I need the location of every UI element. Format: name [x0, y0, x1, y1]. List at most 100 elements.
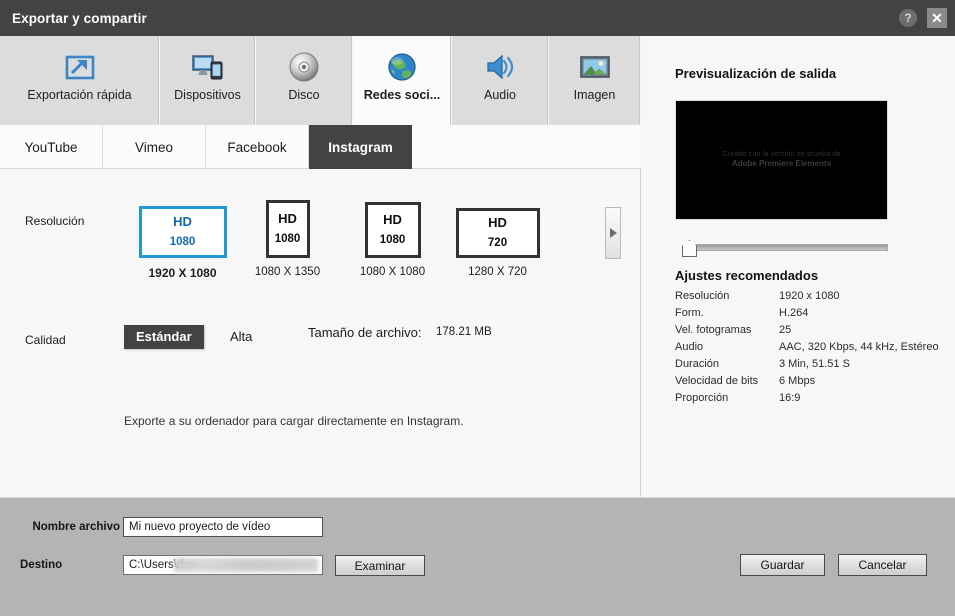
- resolution-caption: 1080 X 1080: [359, 266, 426, 278]
- disc-icon: [287, 50, 321, 84]
- destination-item-disco[interactable]: Disco: [256, 36, 353, 125]
- filename-input[interactable]: [123, 517, 323, 537]
- resolution-caption: 1920 X 1080: [148, 266, 217, 280]
- quality-high-button[interactable]: Alta: [230, 329, 252, 344]
- social-tab-bar: YouTube Vimeo Facebook Instagram: [0, 125, 641, 169]
- destination-item-exportaci-n-r-pida[interactable]: Exportación rápida: [0, 36, 160, 125]
- spec-key: Vel. fotogramas: [675, 324, 752, 336]
- spec-value: 3 Min, 51.51 S: [779, 358, 850, 370]
- tab-label: Facebook: [227, 139, 287, 155]
- preview-video[interactable]: Creado con la versión de prueba de Adobe…: [675, 100, 888, 220]
- spec-row: Vel. fotogramas 25: [675, 322, 945, 339]
- resolution-option-1080X1350[interactable]: HD 1080 1080 X 1350: [235, 200, 340, 278]
- filename-label: Nombre archivo: [32, 521, 120, 533]
- resolution-hd-label: HD: [278, 211, 297, 227]
- resolution-option-1080X1080[interactable]: HD 1080 1080 X 1080: [340, 200, 445, 278]
- spec-row: Audio AAC, 320 Kbps, 44 kHz, Estéreo: [675, 339, 945, 356]
- destination-item-label: Disco: [288, 88, 320, 102]
- spec-key: Audio: [675, 341, 704, 353]
- resolution-option-1280X720[interactable]: HD 720 1280 X 720: [445, 200, 550, 278]
- recommended-settings-title: Ajustes recomendados: [675, 268, 819, 283]
- spec-value: 16:9: [779, 392, 801, 404]
- destination-item-audio[interactable]: Audio: [452, 36, 549, 125]
- resolution-num-label: 720: [487, 237, 508, 250]
- resolution-num-label: 1080: [169, 236, 196, 249]
- destination-input[interactable]: [123, 555, 323, 575]
- spec-row: Velocidad de bits 6 Mbps: [675, 373, 945, 390]
- chevron-right-icon[interactable]: [605, 207, 621, 259]
- destination-item-label: Imagen: [573, 88, 616, 102]
- spec-key: Velocidad de bits: [675, 375, 759, 387]
- destination-toolbar: Exportación rápida Dispositivos Disco Redes…: [0, 36, 641, 125]
- resolution-option-1920X1080[interactable]: HD 1080 1920 X 1080: [130, 200, 235, 280]
- scrubber-handle[interactable]: [682, 240, 697, 257]
- destination-item-dispositivos[interactable]: Dispositivos: [160, 36, 256, 125]
- file-size-label: Tamaño de archivo:: [308, 325, 422, 340]
- spec-value: H.264: [779, 307, 809, 319]
- destination-item-imagen[interactable]: Imagen: [549, 36, 641, 125]
- spec-key: Duración: [675, 358, 720, 370]
- globe-icon: [385, 50, 419, 84]
- destination-field-wrapper[interactable]: [123, 555, 323, 575]
- quality-standard-button[interactable]: Estándar: [124, 325, 204, 349]
- image-icon: [578, 50, 612, 84]
- watermark-line-2: Adobe Premiere Elements: [731, 159, 832, 169]
- spec-key: Resolución: [675, 290, 730, 302]
- spec-row: Form. H.264: [675, 305, 945, 322]
- window-title: Exportar y compartir: [12, 10, 147, 26]
- spec-value: 25: [779, 324, 792, 336]
- destination-item-redes-soci[interactable]: Redes soci...: [353, 36, 452, 125]
- destination-item-label: Audio: [484, 88, 516, 102]
- destination-item-label: Dispositivos: [174, 88, 241, 102]
- quality-label: Calidad: [25, 333, 66, 347]
- destination-item-label: Redes soci...: [363, 88, 441, 102]
- recommended-settings-table: Resolución 1920 x 1080 Form. H.264 Vel. foto…: [675, 288, 945, 407]
- spec-row: Duración 3 Min, 51.51 S: [675, 356, 945, 373]
- cancel-button[interactable]: Cancelar: [838, 554, 927, 576]
- help-circle-icon[interactable]: ?: [899, 9, 917, 27]
- close-icon[interactable]: ✕: [927, 8, 947, 28]
- watermark-line-1: Creado con la versión de prueba de: [722, 151, 841, 159]
- resolution-num-label: 1080: [274, 233, 301, 246]
- resolution-thumb: HD 1080: [138, 206, 227, 258]
- scrubber-track[interactable]: [685, 244, 888, 251]
- browse-button[interactable]: Examinar: [335, 555, 425, 576]
- resolution-options: HD 1080 1920 X 1080 HD 1080 1080 X 1350 HD 1080…: [130, 200, 550, 280]
- spec-row: Proporción 16:9: [675, 390, 945, 407]
- file-size-value: 178.21 MB: [436, 326, 492, 338]
- export-and-share-dialog: Exportar y compartir ? ✕ Exportación ráp…: [0, 0, 955, 616]
- destination-item-label: Exportación rápida: [27, 88, 132, 102]
- resolution-hd-label: HD: [383, 212, 402, 228]
- tab-vimeo[interactable]: Vimeo: [103, 125, 206, 169]
- resolution-num-label: 1080: [379, 234, 406, 247]
- resolution-thumb: HD 720: [455, 208, 540, 258]
- spec-value: 1920 x 1080: [779, 290, 840, 302]
- destination-label: Destino: [20, 559, 63, 571]
- spec-key: Proporción: [675, 392, 729, 404]
- speaker-icon: [483, 50, 517, 84]
- spec-value: 6 Mbps: [779, 375, 816, 387]
- resolution-thumb: HD 1080: [265, 200, 310, 258]
- resolution-label: Resolución: [25, 214, 85, 228]
- preview-scrubber[interactable]: [675, 238, 888, 257]
- resolution-thumb: HD 1080: [364, 202, 421, 258]
- tab-label: Vimeo: [134, 139, 174, 155]
- export-hint-text: Exporte a su ordenador para cargar direc…: [124, 414, 464, 428]
- preview-title: Previsualización de salida: [675, 66, 837, 81]
- tab-instagram[interactable]: Instagram: [309, 125, 412, 169]
- resolution-hd-label: HD: [488, 215, 507, 231]
- tab-youtube[interactable]: YouTube: [0, 125, 103, 169]
- tab-label: YouTube: [24, 139, 78, 155]
- resolution-caption: 1280 X 720: [468, 266, 527, 278]
- tab-label: Instagram: [328, 139, 393, 155]
- output-preview-panel: Previsualización de salida Creado con la…: [642, 36, 955, 497]
- spec-value: AAC, 320 Kbps, 44 kHz, Estéreo: [779, 341, 939, 353]
- resolution-caption: 1080 X 1350: [254, 266, 321, 278]
- save-button[interactable]: Guardar: [740, 554, 825, 576]
- chevron-right-glyph: [609, 228, 617, 238]
- devices-icon: [191, 50, 225, 84]
- spec-key: Form.: [675, 307, 704, 319]
- spec-row: Resolución 1920 x 1080: [675, 288, 945, 305]
- title-bar: Exportar y compartir ? ✕: [0, 0, 955, 36]
- tab-facebook[interactable]: Facebook: [206, 125, 309, 169]
